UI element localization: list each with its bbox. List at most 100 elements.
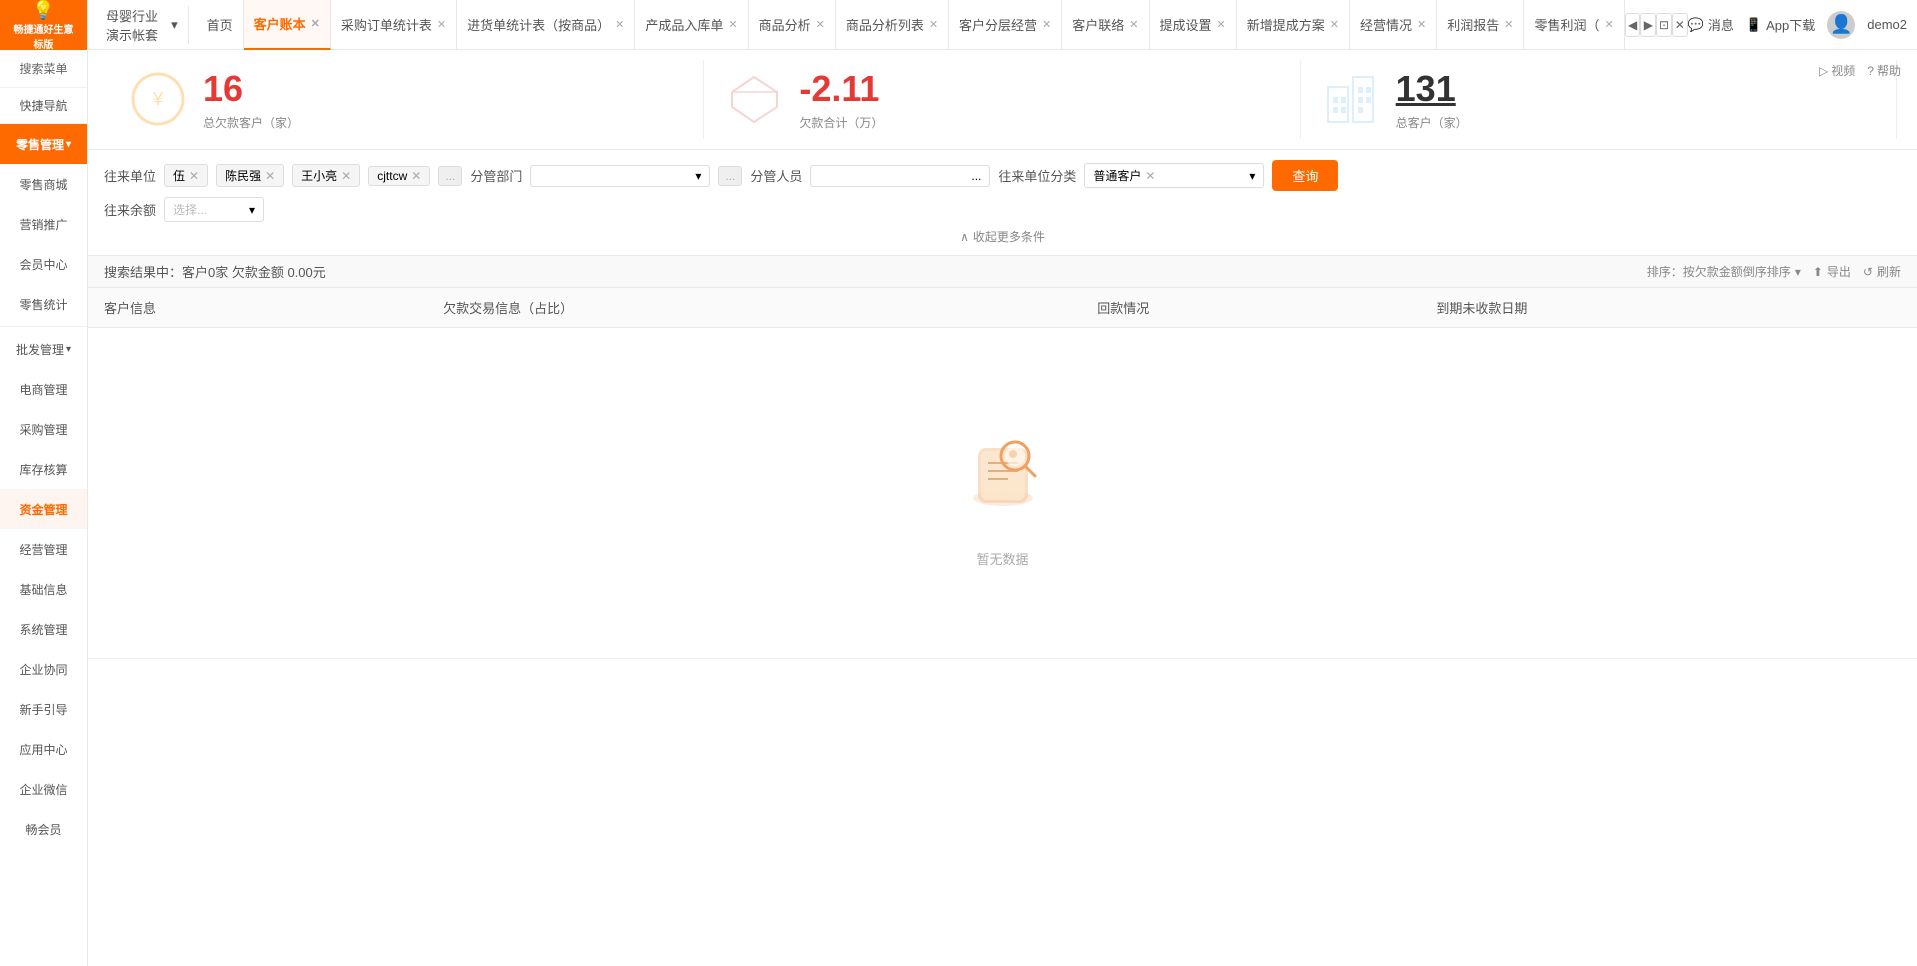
sidebar-item-system-mgmt[interactable]: 系统管理 [0,609,87,649]
tab-scroll-right[interactable]: ▶ [1640,13,1656,37]
tab-new-improve[interactable]: 新增提成方案 ✕ [1237,0,1350,50]
result-actions: 排序：按欠款金额倒序排序 ▾ ⬆ 导出 ↺ 刷新 [1647,263,1901,280]
chevron-down-icon-sort: ▾ [1795,265,1801,279]
tab-product-inbound[interactable]: 产成品入库单 ✕ [635,0,748,50]
version-dropdown[interactable]: 母婴行业演示帐套 ▾ [98,6,189,44]
tab-customer-segment[interactable]: 客户分层经营 ✕ [949,0,1062,50]
sidebar-item-enterprise-wechat[interactable]: 企业微信 [0,769,87,809]
remove-tag-wu[interactable]: ✕ [189,169,199,183]
tab-close-retail-profit[interactable]: ✕ [1604,18,1613,31]
sort-select[interactable]: 排序：按欠款金额倒序排序 ▾ [1647,263,1801,280]
department-more-btn[interactable]: ... [718,166,742,186]
tab-product-analysis[interactable]: 商品分析 ✕ [749,0,836,50]
tab-inbound-stats[interactable]: 进货单统计表（按商品） ✕ [457,0,635,50]
export-button[interactable]: ⬆ 导出 [1813,263,1851,280]
filter-tag-cjttcw[interactable]: cjttcw ✕ [368,166,430,186]
stats-bar: ¥ 16 总欠款客户（家） [88,50,1917,150]
sidebar-item-member-center[interactable]: 会员中心 [0,244,87,284]
tab-operation[interactable]: 经营情况 ✕ [1350,0,1437,50]
export-icon: ⬆ [1813,265,1823,279]
stat-label-customers: 总欠款客户（家） [203,114,299,131]
more-tags-btn[interactable]: ... [438,166,462,186]
tab-close-new-improve[interactable]: ✕ [1330,18,1339,31]
tab-profit-report[interactable]: 利润报告 ✕ [1437,0,1524,50]
sidebar-item-retail-mall[interactable]: 零售商城 [0,164,87,204]
sidebar-item-app-center[interactable]: 应用中心 [0,729,87,769]
category-tag: 普通客户 ✕ [1093,167,1155,184]
remove-tag-cjttcw[interactable]: ✕ [411,169,421,183]
sidebar-item-wholesale-mgmt[interactable]: 批发管理 ▾ [0,329,87,369]
tab-close-product-analysis[interactable]: ✕ [816,18,825,31]
video-link[interactable]: ▷ 视频 [1819,62,1855,79]
sidebar-item-enterprise-coop[interactable]: 企业协同 [0,649,87,689]
sidebar-item-finance-mgmt[interactable]: 资金管理 [0,489,87,529]
sidebar-item-vip-member[interactable]: 畅会员 [0,809,87,849]
help-link[interactable]: ? 帮助 [1867,62,1901,79]
category-filter-label: 往来单位分类 [998,166,1076,185]
filter-tag-chen[interactable]: 陈民强 ✕ [216,164,284,187]
empty-state: 暂无数据 [104,338,1901,648]
tab-close-product-analysis-list[interactable]: ✕ [929,18,938,31]
user-name[interactable]: demo2 [1867,17,1907,32]
empty-state-cell: 暂无数据 [88,328,1917,659]
balance-filter-label: 往来余额 [104,200,156,219]
tab-purchase-order[interactable]: 采购订单统计表 ✕ [331,0,457,50]
tab-close-inbound-stats[interactable]: ✕ [615,18,624,31]
stat-text-customers: 16 总欠款客户（家） [203,68,299,131]
tab-close-customer-book[interactable]: ✕ [311,17,320,30]
chevron-down-icon-category: ▾ [1249,169,1255,183]
stat-icon-diamond [724,70,784,130]
tab-more[interactable]: ⊡ [1656,13,1672,37]
sidebar-item-marketing[interactable]: 营销推广 [0,204,87,244]
message-button[interactable]: 💬 消息 [1688,15,1734,34]
query-button[interactable]: 查询 [1272,160,1338,191]
tab-improve-settings[interactable]: 提成设置 ✕ [1150,0,1237,50]
sidebar-item-retail-mgmt[interactable]: 零售管理 ▾ [0,124,87,164]
stat-label-debt: 欠款合计（万） [799,114,883,131]
filter-tag-wang[interactable]: 王小亮 ✕ [292,164,360,187]
tab-close-customer-segment[interactable]: ✕ [1042,18,1051,31]
sidebar-item-inventory-check[interactable]: 库存核算 [0,449,87,489]
chevron-down-icon-balance: ▾ [249,203,255,217]
tab-bar: 母婴行业演示帐套 ▾ 首页 客户账本 ✕ 采购订单统计表 ✕ 进货单统计表（按商… [98,0,1688,50]
result-summary: 搜索结果中：客户0家 欠款金额 0.00元 [104,262,326,281]
sidebar-item-retail-stats[interactable]: 零售统计 [0,284,87,324]
tab-scroll-left[interactable]: ◀ [1625,13,1641,37]
tab-customer-contact[interactable]: 客户联络 ✕ [1062,0,1149,50]
sidebar-item-new-guide[interactable]: 新手引导 [0,689,87,729]
tab-home[interactable]: 首页 [197,0,244,50]
filter-tag-wu[interactable]: 伍 ✕ [164,164,208,187]
sidebar-item-basic-info[interactable]: 基础信息 [0,569,87,609]
tab-close-improve-settings[interactable]: ✕ [1217,18,1226,31]
tab-close-operation[interactable]: ✕ [1417,18,1426,31]
remove-tag-wang[interactable]: ✕ [341,169,351,183]
tab-customer-book[interactable]: 客户账本 ✕ [244,0,331,50]
tab-product-analysis-list[interactable]: 商品分析列表 ✕ [836,0,949,50]
top-bar-right: 💬 消息 📱 App下载 👤 demo2 [1688,11,1907,39]
sidebar-divider-1 [0,326,87,327]
refresh-button[interactable]: ↺ 刷新 [1863,263,1901,280]
search-menu[interactable]: 搜索菜单 [0,50,87,88]
sidebar-item-operation-mgmt[interactable]: 经营管理 [0,529,87,569]
tab-close-customer-contact[interactable]: ✕ [1129,18,1138,31]
tab-close-all[interactable]: ✕ [1672,13,1688,37]
tab-retail-profit[interactable]: 零售利润（ ✕ [1524,0,1624,50]
collapse-filter-btn[interactable]: ∧ 收起更多条件 [104,228,1901,245]
tab-close-purchase-order[interactable]: ✕ [437,18,446,31]
sidebar-item-ecommerce-mgmt[interactable]: 电商管理 [0,369,87,409]
category-select[interactable]: 普通客户 ✕ ▾ [1084,163,1264,188]
logo-text: 畅捷通好生意 [14,21,74,36]
tab-close-profit-report[interactable]: ✕ [1504,18,1513,31]
remove-category-tag[interactable]: ✕ [1145,169,1155,183]
balance-select[interactable]: 选择... ▾ [164,197,264,222]
remove-tag-chen[interactable]: ✕ [265,169,275,183]
stat-block-total-customers: 131 总客户（家） [1301,60,1897,139]
person-select[interactable]: ... [810,165,990,187]
sidebar: 💡 畅捷通好生意 标版 搜索菜单 快捷导航 零售管理 ▾ 零售商城 营销推广 会… [0,0,88,966]
department-select[interactable]: ▾ [530,165,710,187]
tab-close-product-inbound[interactable]: ✕ [728,18,737,31]
app-download-button[interactable]: 📱 App下载 [1746,15,1815,34]
sidebar-item-purchase-mgmt[interactable]: 采购管理 [0,409,87,449]
play-icon: ▷ [1819,64,1828,78]
quick-nav[interactable]: 快捷导航 [0,88,87,124]
